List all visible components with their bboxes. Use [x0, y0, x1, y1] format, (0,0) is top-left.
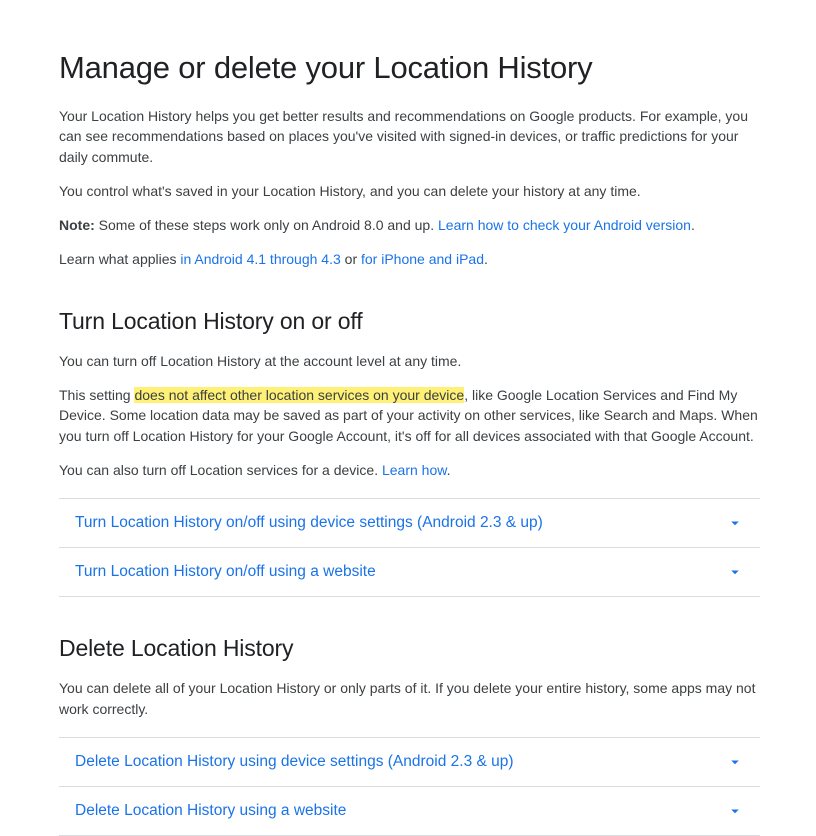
page-title: Manage or delete your Location History: [59, 50, 760, 86]
accordion-turn-device-settings[interactable]: Turn Location History on/off using devic…: [59, 499, 760, 548]
intro-paragraph-2: You control what's saved in your Locatio…: [59, 181, 760, 201]
turn-p3-after: .: [447, 462, 451, 478]
turn-accordion-group: Turn Location History on/off using devic…: [59, 498, 760, 597]
turn-p2-highlight: does not affect other location services …: [134, 387, 464, 403]
android-41-43-link[interactable]: in Android 4.1 through 4.3: [180, 251, 340, 267]
delete-p1: You can delete all of your Location Hist…: [59, 678, 760, 719]
accordion-title: Delete Location History using device set…: [75, 753, 514, 771]
note-label: Note:: [59, 217, 95, 233]
turn-p2: This setting does not affect other locat…: [59, 385, 760, 446]
chevron-down-icon: [726, 753, 744, 771]
android-version-link[interactable]: Learn how to check your Android version: [438, 217, 691, 233]
learn-how-link[interactable]: Learn how: [382, 462, 447, 478]
accordion-title: Turn Location History on/off using a web…: [75, 563, 376, 581]
delete-accordion-group: Delete Location History using device set…: [59, 737, 760, 836]
chevron-down-icon: [726, 514, 744, 532]
iphone-ipad-link[interactable]: for iPhone and iPad: [361, 251, 484, 267]
accordion-title: Turn Location History on/off using devic…: [75, 514, 543, 532]
intro-learn: Learn what applies in Android 4.1 throug…: [59, 249, 760, 269]
learn-mid: or: [341, 251, 361, 267]
turn-heading: Turn Location History on or off: [59, 308, 760, 335]
delete-heading: Delete Location History: [59, 635, 760, 662]
learn-pre: Learn what applies: [59, 251, 180, 267]
turn-p3: You can also turn off Location services …: [59, 460, 760, 480]
accordion-turn-website[interactable]: Turn Location History on/off using a web…: [59, 548, 760, 597]
chevron-down-icon: [726, 563, 744, 581]
intro-note: Note: Some of these steps work only on A…: [59, 215, 760, 235]
note-text: Some of these steps work only on Android…: [95, 217, 438, 233]
learn-after: .: [484, 251, 488, 267]
turn-p1: You can turn off Location History at the…: [59, 351, 760, 371]
accordion-title: Delete Location History using a website: [75, 802, 346, 820]
accordion-delete-device-settings[interactable]: Delete Location History using device set…: [59, 738, 760, 787]
turn-p2-pre: This setting: [59, 387, 134, 403]
note-after: .: [691, 217, 695, 233]
accordion-delete-website[interactable]: Delete Location History using a website: [59, 787, 760, 836]
chevron-down-icon: [726, 802, 744, 820]
turn-p3-pre: You can also turn off Location services …: [59, 462, 382, 478]
intro-paragraph-1: Your Location History helps you get bett…: [59, 106, 760, 167]
